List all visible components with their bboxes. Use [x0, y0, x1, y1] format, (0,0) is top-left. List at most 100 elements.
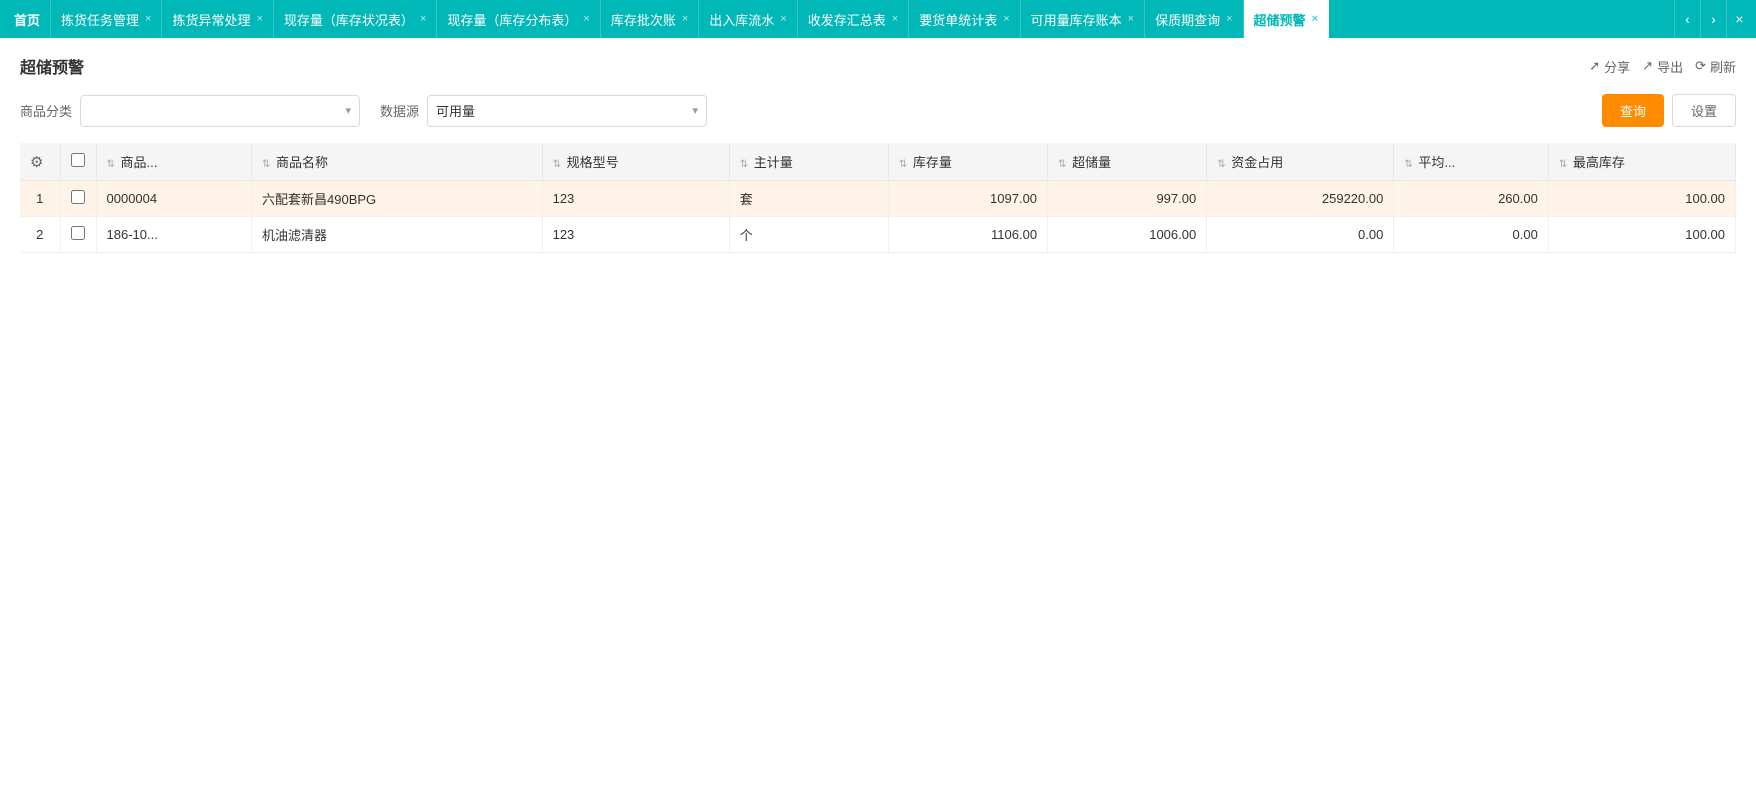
page-header: 超储预警 ➚ 分享 ↗ 导出 ⟳ 刷新	[20, 54, 1736, 78]
sort-icon: ⇅	[899, 159, 907, 170]
data-table: ⚙ ⇅ 商品... ⇅ 商品名称 ⇅ 规格型号 ⇅	[20, 143, 1736, 253]
sort-icon: ⇅	[553, 159, 561, 170]
row-number: 1	[20, 181, 60, 217]
filter-row: 商品分类 ▾ 数据源 可用量 ▾ 查询 设置	[20, 94, 1736, 127]
nav-tab-11[interactable]: 超储预警 ×	[1244, 0, 1329, 38]
filter-actions: 查询 设置	[1602, 94, 1736, 127]
row-product-code: 0000004	[96, 181, 252, 217]
row-unit: 套	[729, 181, 888, 217]
col-stock[interactable]: ⇅ 库存量	[888, 143, 1047, 181]
nav-close-button[interactable]: ×	[1726, 0, 1752, 38]
table-body: 1 0000004 六配套新昌490BPG 123 套 1097.00 997.…	[20, 181, 1736, 253]
row-overstock: 1006.00	[1048, 217, 1207, 253]
nav-tab-1[interactable]: 拣货任务管理 ×	[51, 0, 162, 38]
nav-tab-2[interactable]: 拣货异常处理 ×	[162, 0, 273, 38]
row-product-name: 机油滤清器	[252, 217, 543, 253]
col-product-code[interactable]: ⇅ 商品...	[96, 143, 252, 181]
row-number: 2	[20, 217, 60, 253]
close-tab-4-icon[interactable]: ×	[583, 13, 589, 25]
col-capital[interactable]: ⇅ 资金占用	[1207, 143, 1394, 181]
query-button[interactable]: 查询	[1602, 94, 1664, 127]
header-actions: ➚ 分享 ↗ 导出 ⟳ 刷新	[1589, 57, 1736, 76]
row-product-name: 六配套新昌490BPG	[252, 181, 543, 217]
row-avg: 0.00	[1394, 217, 1549, 253]
sort-icon: ⇅	[107, 159, 115, 170]
close-tab-8-icon[interactable]: ×	[1003, 13, 1009, 25]
col-overstock[interactable]: ⇅ 超储量	[1048, 143, 1207, 181]
gear-icon[interactable]: ⚙	[30, 154, 43, 171]
nav-arrows: ‹ › ×	[1674, 0, 1752, 38]
page-title: 超储预警	[20, 54, 84, 78]
row-checkbox-cell	[60, 181, 96, 217]
share-icon: ➚	[1589, 58, 1600, 74]
sort-icon: ⇅	[1404, 159, 1412, 170]
close-tab-5-icon[interactable]: ×	[682, 13, 688, 25]
nav-tab-8[interactable]: 要货单统计表 ×	[909, 0, 1020, 38]
nav-tab-5[interactable]: 库存批次账 ×	[601, 0, 699, 38]
share-button[interactable]: ➚ 分享	[1589, 57, 1630, 76]
table-row: 1 0000004 六配套新昌490BPG 123 套 1097.00 997.…	[20, 181, 1736, 217]
sort-icon: ⇅	[1217, 159, 1225, 170]
category-chevron-icon: ▾	[345, 104, 351, 117]
datasource-filter-group: 数据源 可用量 ▾	[380, 95, 707, 127]
nav-tab-3[interactable]: 现存量（库存状况表） ×	[274, 0, 437, 38]
nav-next-button[interactable]: ›	[1700, 0, 1726, 38]
row-stock: 1106.00	[888, 217, 1047, 253]
datasource-chevron-icon: ▾	[693, 104, 699, 117]
close-tab-10-icon[interactable]: ×	[1226, 13, 1232, 25]
row-checkbox-cell	[60, 217, 96, 253]
nav-tab-6[interactable]: 出入库流水 ×	[699, 0, 797, 38]
row-avg: 260.00	[1394, 181, 1549, 217]
col-spec[interactable]: ⇅ 规格型号	[542, 143, 729, 181]
col-settings: ⚙	[20, 143, 60, 181]
table-row: 2 186-10... 机油滤清器 123 个 1106.00 1006.00 …	[20, 217, 1736, 253]
select-all-checkbox[interactable]	[71, 153, 85, 167]
close-tab-11-icon[interactable]: ×	[1312, 13, 1318, 25]
sort-icon: ⇅	[262, 159, 270, 170]
row-spec: 123	[542, 217, 729, 253]
row-capital: 259220.00	[1207, 181, 1394, 217]
close-tab-7-icon[interactable]: ×	[892, 13, 898, 25]
refresh-icon: ⟳	[1695, 58, 1706, 74]
col-product-name[interactable]: ⇅ 商品名称	[252, 143, 543, 181]
row-unit: 个	[729, 217, 888, 253]
category-filter-group: 商品分类 ▾	[20, 95, 360, 127]
row-checkbox[interactable]	[71, 190, 85, 204]
row-capital: 0.00	[1207, 217, 1394, 253]
page-container: 超储预警 ➚ 分享 ↗ 导出 ⟳ 刷新 商品分类 ▾ 数据源	[0, 38, 1756, 800]
category-select[interactable]: ▾	[80, 95, 360, 127]
row-overstock: 997.00	[1048, 181, 1207, 217]
sort-icon: ⇅	[1559, 159, 1567, 170]
col-unit[interactable]: ⇅ 主计量	[729, 143, 888, 181]
row-max-stock: 100.00	[1548, 181, 1735, 217]
datasource-label: 数据源	[380, 101, 419, 120]
col-checkbox	[60, 143, 96, 181]
col-max-stock[interactable]: ⇅ 最高库存	[1548, 143, 1735, 181]
settings-button[interactable]: 设置	[1672, 94, 1736, 127]
row-checkbox[interactable]	[71, 226, 85, 240]
sort-icon: ⇅	[740, 159, 748, 170]
row-max-stock: 100.00	[1548, 217, 1735, 253]
table-header: ⚙ ⇅ 商品... ⇅ 商品名称 ⇅ 规格型号 ⇅	[20, 143, 1736, 181]
close-tab-9-icon[interactable]: ×	[1128, 13, 1134, 25]
close-tab-2-icon[interactable]: ×	[256, 13, 262, 25]
row-product-code: 186-10...	[96, 217, 252, 253]
col-avg[interactable]: ⇅ 平均...	[1394, 143, 1549, 181]
nav-tab-9[interactable]: 可用量库存账本 ×	[1021, 0, 1145, 38]
nav-tab-4[interactable]: 现存量（库存分布表） ×	[437, 0, 600, 38]
close-tab-1-icon[interactable]: ×	[145, 13, 151, 25]
export-icon: ↗	[1642, 58, 1653, 74]
refresh-button[interactable]: ⟳ 刷新	[1695, 57, 1736, 76]
row-stock: 1097.00	[888, 181, 1047, 217]
nav-tab-10[interactable]: 保质期查询 ×	[1145, 0, 1243, 38]
close-tab-3-icon[interactable]: ×	[420, 13, 426, 25]
category-label: 商品分类	[20, 101, 72, 120]
nav-prev-button[interactable]: ‹	[1674, 0, 1700, 38]
top-navigation: 首页 拣货任务管理 × 拣货异常处理 × 现存量（库存状况表） × 现存量（库存…	[0, 0, 1756, 38]
export-button[interactable]: ↗ 导出	[1642, 57, 1683, 76]
nav-tab-home[interactable]: 首页	[4, 0, 51, 38]
close-tab-6-icon[interactable]: ×	[780, 13, 786, 25]
datasource-select[interactable]: 可用量 ▾	[427, 95, 707, 127]
row-spec: 123	[542, 181, 729, 217]
nav-tab-7[interactable]: 收发存汇总表 ×	[798, 0, 909, 38]
